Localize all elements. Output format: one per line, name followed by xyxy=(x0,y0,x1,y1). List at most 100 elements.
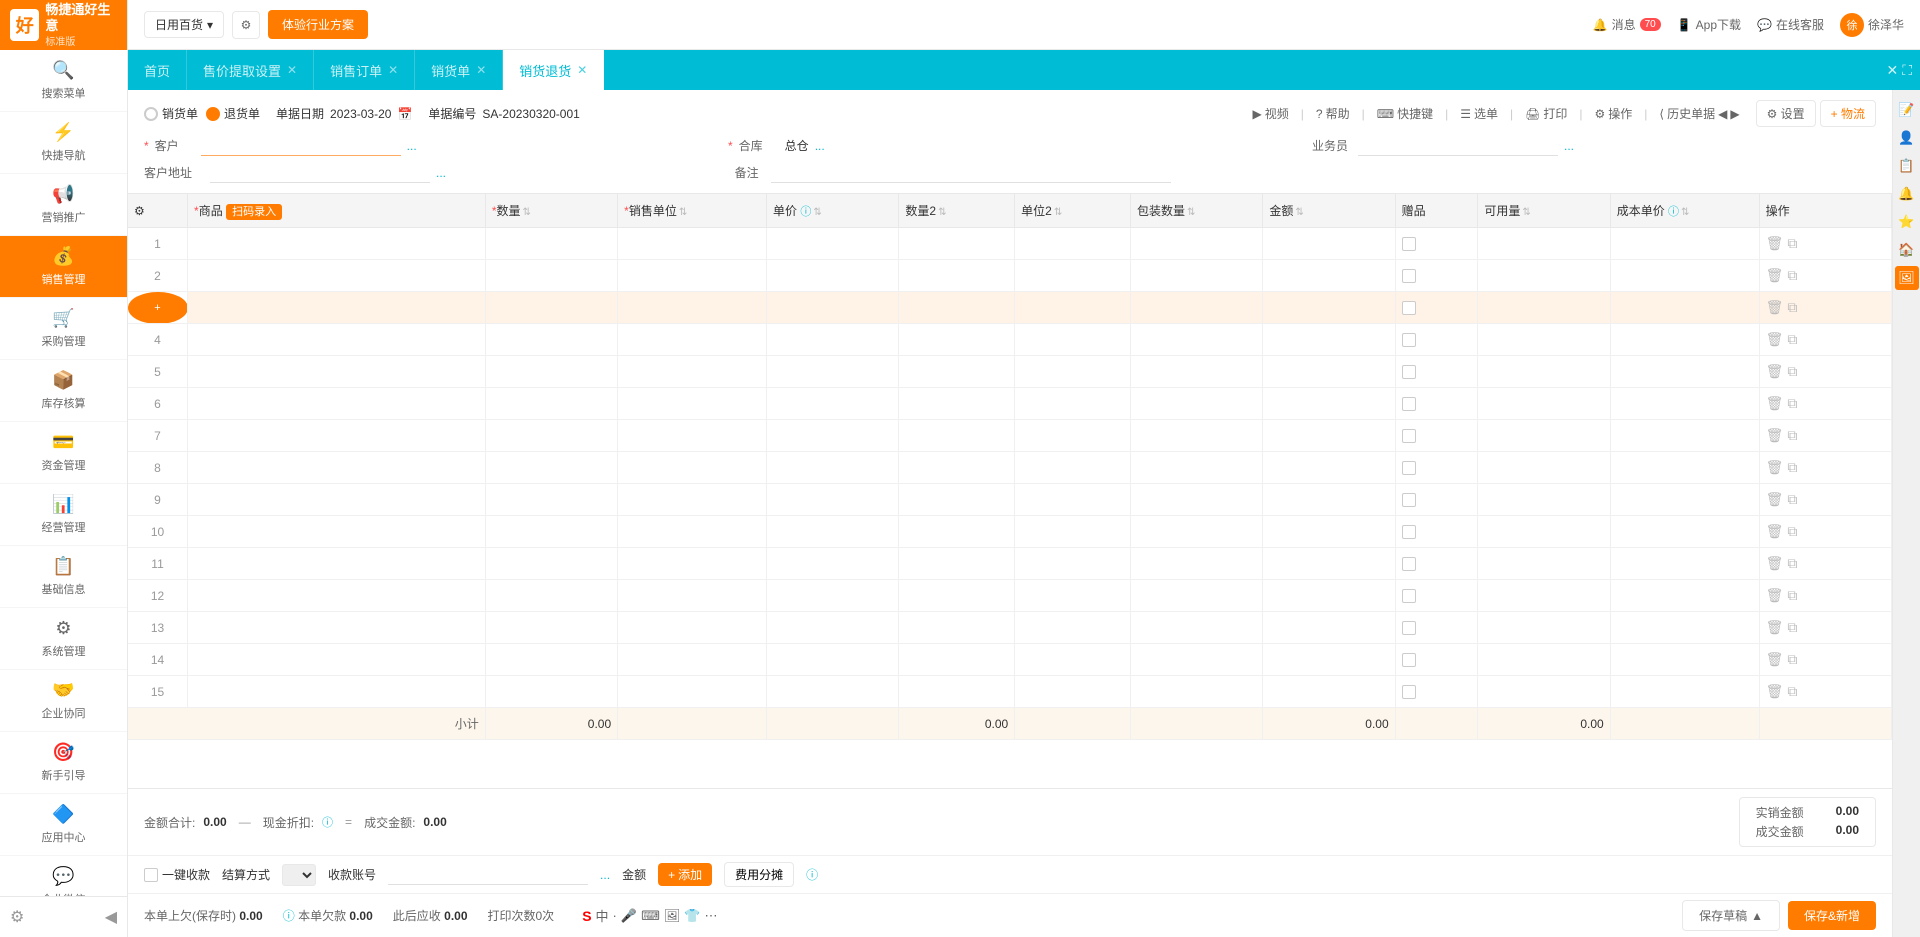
row-qty2-12[interactable] xyxy=(899,580,1015,612)
row-qty2-7[interactable] xyxy=(899,420,1015,452)
copy-row-btn-9[interactable]: ⧉ xyxy=(1787,491,1797,508)
row-pkg-8[interactable] xyxy=(1130,452,1262,484)
topbar-gear-btn[interactable]: ⚙ xyxy=(232,11,260,39)
row-pkg-3[interactable] xyxy=(1130,292,1262,324)
address-input[interactable] xyxy=(210,162,430,183)
row-cost-3[interactable] xyxy=(1610,292,1759,324)
row-qty-10[interactable] xyxy=(485,516,617,548)
row-amount-11[interactable] xyxy=(1263,548,1395,580)
row-qty2-13[interactable] xyxy=(899,612,1015,644)
row-qty2-9[interactable] xyxy=(899,484,1015,516)
row-unit2-9[interactable] xyxy=(1015,484,1131,516)
fee-split-btn[interactable]: 费用分摊 xyxy=(724,862,794,887)
row-pkg-12[interactable] xyxy=(1130,580,1262,612)
user-avatar[interactable]: 徐 徐泽华 xyxy=(1840,13,1904,37)
row-pkg-5[interactable] xyxy=(1130,356,1262,388)
tab-sales-return[interactable]: 销货退货 ✕ xyxy=(503,50,604,90)
help-btn[interactable]: ? 帮助 xyxy=(1316,105,1350,122)
row-qty-3[interactable] xyxy=(485,292,617,324)
row-qty-6[interactable] xyxy=(485,388,617,420)
row-amount-6[interactable] xyxy=(1263,388,1395,420)
customer-input[interactable] xyxy=(201,135,401,156)
row-available-15[interactable] xyxy=(1478,676,1610,708)
setting-btn[interactable]: ⚙ 设置 xyxy=(1756,100,1816,127)
copy-row-btn-7[interactable]: ⧉ xyxy=(1787,427,1797,444)
gift-cb-5[interactable] xyxy=(1402,365,1416,379)
copy-row-btn-10[interactable]: ⧉ xyxy=(1787,523,1797,540)
row-gift-7[interactable] xyxy=(1395,420,1478,452)
row-cost-10[interactable] xyxy=(1610,516,1759,548)
row-pkg-14[interactable] xyxy=(1130,644,1262,676)
row-price-8[interactable] xyxy=(767,452,899,484)
delete-row-btn-1[interactable]: 🗑 xyxy=(1766,235,1784,252)
row-qty-9[interactable] xyxy=(485,484,617,516)
copy-row-btn-8[interactable]: ⧉ xyxy=(1787,459,1797,476)
row-amount-7[interactable] xyxy=(1263,420,1395,452)
row-qty-14[interactable] xyxy=(485,644,617,676)
right-panel-bell-btn[interactable]: 🔔 xyxy=(1895,182,1919,206)
row-goods-6[interactable] xyxy=(188,388,486,420)
row-qty2-3[interactable] xyxy=(899,292,1015,324)
row-cost-6[interactable] xyxy=(1610,388,1759,420)
row-qty2-4[interactable] xyxy=(899,324,1015,356)
row-goods-13[interactable] xyxy=(188,612,486,644)
row-goods-2[interactable] xyxy=(188,260,486,292)
row-price-3[interactable] xyxy=(767,292,899,324)
row-cost-15[interactable] xyxy=(1610,676,1759,708)
copy-row-btn-3[interactable]: ⧉ xyxy=(1787,299,1797,316)
row-unit2-1[interactable] xyxy=(1015,228,1131,260)
gift-cb-1[interactable] xyxy=(1402,237,1416,251)
row-unit2-7[interactable] xyxy=(1015,420,1131,452)
row-gift-12[interactable] xyxy=(1395,580,1478,612)
row-sales-unit-11[interactable] xyxy=(618,548,767,580)
row-price-2[interactable] xyxy=(767,260,899,292)
row-sales-unit-4[interactable] xyxy=(618,324,767,356)
row-goods-9[interactable] xyxy=(188,484,486,516)
salesperson-input[interactable] xyxy=(1358,135,1558,156)
row-gift-10[interactable] xyxy=(1395,516,1478,548)
sidebar-item-2[interactable]: 📢营销推广 xyxy=(0,174,127,236)
scan-btn[interactable]: 扫码录入 xyxy=(226,204,282,220)
row-cost-14[interactable] xyxy=(1610,644,1759,676)
row-unit2-10[interactable] xyxy=(1015,516,1131,548)
delete-row-btn-6[interactable]: 🗑 xyxy=(1766,395,1784,412)
row-amount-15[interactable] xyxy=(1263,676,1395,708)
gift-cb-15[interactable] xyxy=(1402,685,1416,699)
row-amount-10[interactable] xyxy=(1263,516,1395,548)
row-available-11[interactable] xyxy=(1478,548,1610,580)
row-amount-8[interactable] xyxy=(1263,452,1395,484)
row-gift-3[interactable] xyxy=(1395,292,1478,324)
sidebar-item-3[interactable]: 💰销售管理 xyxy=(0,236,127,298)
row-qty-8[interactable] xyxy=(485,452,617,484)
delete-row-btn-13[interactable]: 🗑 xyxy=(1766,619,1784,636)
row-qty-13[interactable] xyxy=(485,612,617,644)
delete-row-btn-11[interactable]: 🗑 xyxy=(1766,555,1784,572)
copy-row-btn-13[interactable]: ⧉ xyxy=(1787,619,1797,636)
copy-row-btn-2[interactable]: ⧉ xyxy=(1787,267,1797,284)
row-qty-11[interactable] xyxy=(485,548,617,580)
row-available-13[interactable] xyxy=(1478,612,1610,644)
sidebar-settings-btn[interactable]: ⚙ xyxy=(10,907,24,927)
row-amount-3[interactable] xyxy=(1263,292,1395,324)
row-qty2-15[interactable] xyxy=(899,676,1015,708)
tab-sales-return-close[interactable]: ✕ xyxy=(577,63,587,77)
sidebar-item-6[interactable]: 💳资金管理 xyxy=(0,422,127,484)
calendar-icon[interactable]: 📅 xyxy=(397,107,412,121)
row-unit2-6[interactable] xyxy=(1015,388,1131,420)
row-price-10[interactable] xyxy=(767,516,899,548)
row-available-5[interactable] xyxy=(1478,356,1610,388)
row-sales-unit-3[interactable] xyxy=(618,292,767,324)
delete-row-btn-4[interactable]: 🗑 xyxy=(1766,331,1784,348)
account-input[interactable] xyxy=(388,864,588,885)
row-price-1[interactable] xyxy=(767,228,899,260)
gear-icon[interactable]: ⚙ xyxy=(134,204,145,218)
row-unit2-4[interactable] xyxy=(1015,324,1131,356)
online-service-btn[interactable]: 💬 在线客服 xyxy=(1757,16,1824,33)
tab-price-extract[interactable]: 售价提取设置 ✕ xyxy=(187,50,314,90)
row-price-13[interactable] xyxy=(767,612,899,644)
tabs-expand-btn[interactable]: ⛶ xyxy=(1902,62,1912,79)
row-cost-2[interactable] xyxy=(1610,260,1759,292)
add-payment-btn[interactable]: + 添加 xyxy=(658,863,712,886)
gift-cb-12[interactable] xyxy=(1402,589,1416,603)
right-panel-list-btn[interactable]: 📋 xyxy=(1895,154,1919,178)
